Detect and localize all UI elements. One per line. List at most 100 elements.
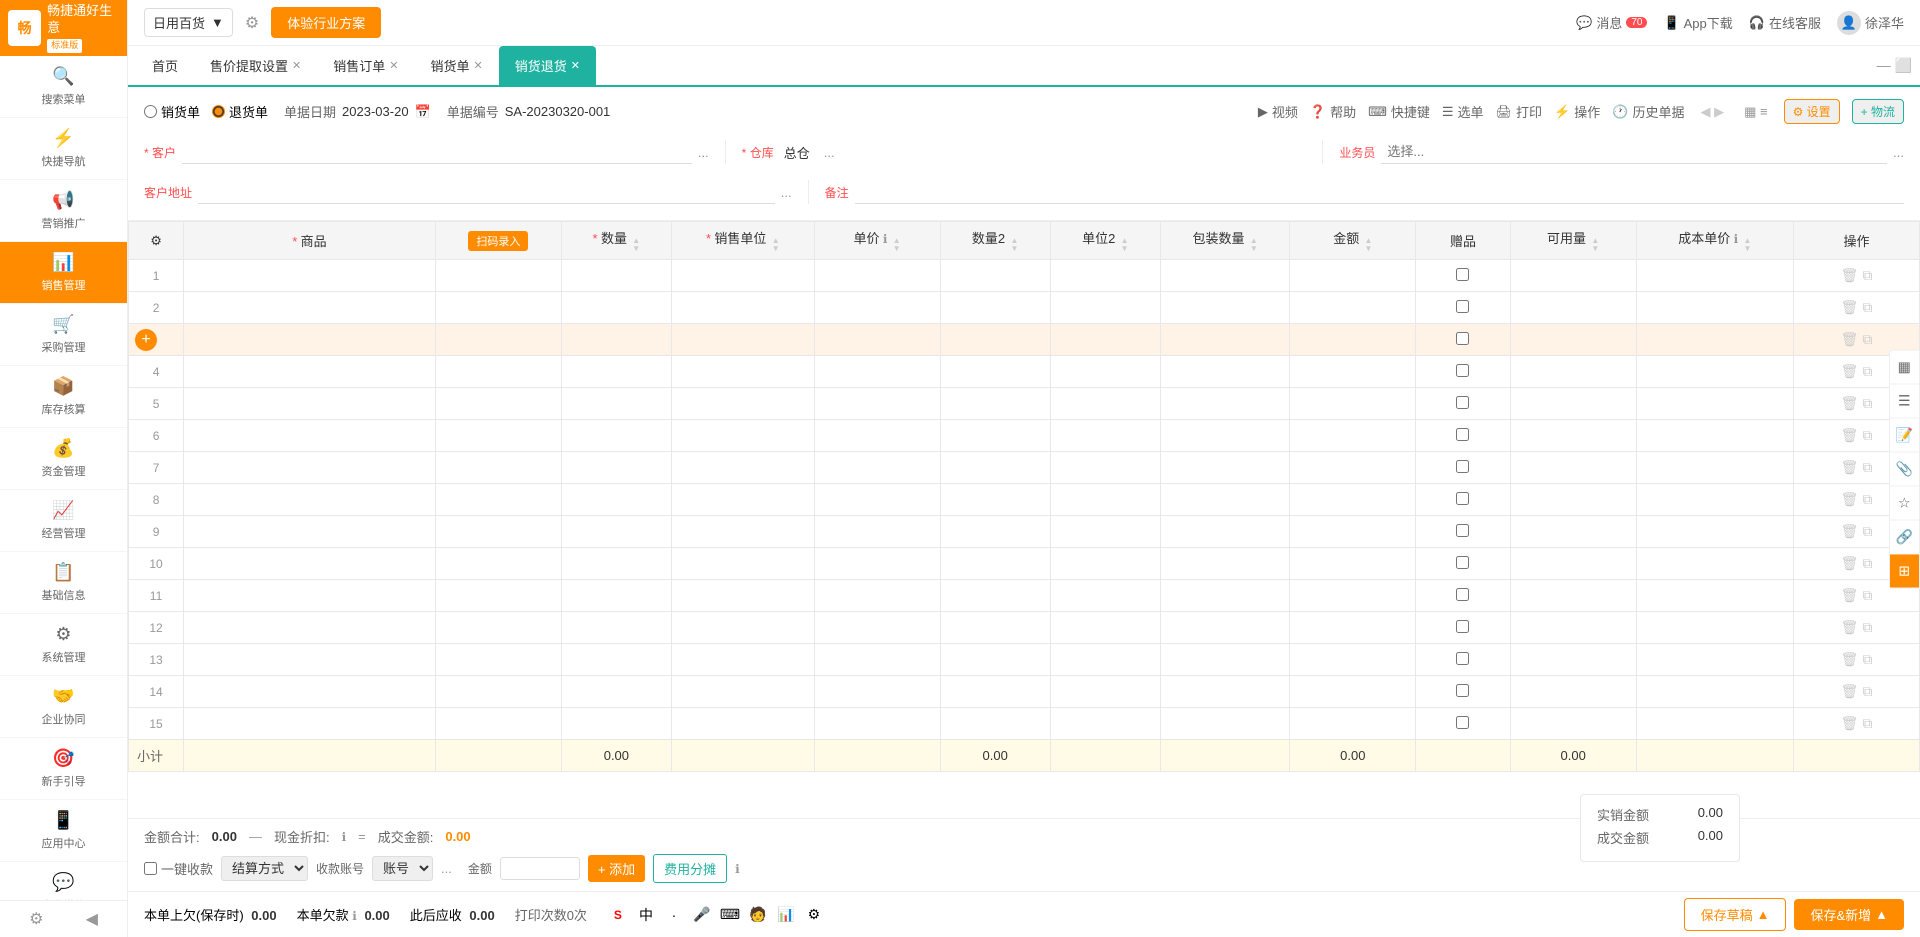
unit-cell-3[interactable] [671,324,814,356]
gift-cell-14[interactable] [1416,676,1510,708]
product-cell-14[interactable] [184,676,436,708]
qty-cell-14[interactable] [561,676,671,708]
sidebar-item-sales[interactable]: 📊 销售管理 [0,242,127,304]
gift-checkbox-3[interactable] [1456,332,1469,345]
input-icon2[interactable]: · [663,904,685,926]
copy-btn-9[interactable]: ⧉ [1862,523,1872,539]
input-icon6[interactable]: 📊 [775,904,797,926]
product-cell-8[interactable] [184,484,436,516]
gift-checkbox-1[interactable] [1456,268,1469,281]
copy-btn-4[interactable]: ⧉ [1862,363,1872,379]
input-icon5[interactable]: 🧑 [747,904,769,926]
gift-cell-5[interactable] [1416,388,1510,420]
save-new-btn[interactable]: 保存&新增 ▲ [1794,899,1904,930]
minimize-tab-btn[interactable]: — [1877,57,1891,74]
table-settings-icon[interactable]: ⚙ [150,233,162,248]
right-action-note[interactable]: 📝 [1890,418,1919,452]
action-btn[interactable]: ⚡ 操作 [1554,102,1600,121]
product-cell-12[interactable] [184,612,436,644]
tab-home[interactable]: 首页 [136,46,194,87]
gift-checkbox-12[interactable] [1456,620,1469,633]
sidebar-item-inventory[interactable]: 📦 库存核算 [0,366,127,428]
gift-checkbox-9[interactable] [1456,524,1469,537]
tab-sales-order[interactable]: 销售订单 ✕ [317,46,414,87]
fee-split-btn[interactable]: 费用分摊 [653,854,727,883]
copy-btn-12[interactable]: ⧉ [1862,619,1872,635]
customer-input[interactable] [182,140,692,164]
sidebar-item-enterprise[interactable]: 🤝 企业协同 [0,676,127,738]
staff-select-btn[interactable]: ... [1893,145,1904,160]
copy-btn-13[interactable]: ⧉ [1862,651,1872,667]
delete-btn-9[interactable]: 🗑 [1841,523,1859,539]
gift-cell-9[interactable] [1416,516,1510,548]
radio-return[interactable]: 退货单 [212,102,268,121]
right-action-form-view[interactable]: ▦ [1890,350,1919,384]
gift-checkbox-11[interactable] [1456,588,1469,601]
gift-cell-15[interactable] [1416,708,1510,740]
unit-cell-7[interactable] [671,452,814,484]
qty-cell-6[interactable] [561,420,671,452]
tab-sales-delivery-close[interactable]: ✕ [474,59,483,72]
unit-cell-10[interactable] [671,548,814,580]
copy-btn-14[interactable]: ⧉ [1862,683,1872,699]
gift-cell-6[interactable] [1416,420,1510,452]
payment-add-btn[interactable]: + 添加 [588,855,645,882]
sidebar-item-quick-nav[interactable]: ⚡ 快捷导航 [0,118,127,180]
unit-cell-15[interactable] [671,708,814,740]
product-cell-9[interactable] [184,516,436,548]
gift-checkbox-6[interactable] [1456,428,1469,441]
product-cell-13[interactable] [184,644,436,676]
settle-select[interactable]: 结算方式 [221,856,308,881]
product-cell-5[interactable] [184,388,436,420]
input-icon7[interactable]: ⚙ [803,904,825,926]
gift-checkbox-13[interactable] [1456,652,1469,665]
tab-sales-delivery[interactable]: 销货单 ✕ [414,46,498,87]
print-btn[interactable]: 🖨 打印 [1496,102,1543,121]
qty-cell-8[interactable] [561,484,671,516]
qty-cell-5[interactable] [561,388,671,420]
unit-cell-8[interactable] [671,484,814,516]
delete-btn-8[interactable]: 🗑 [1841,491,1859,507]
gift-cell-11[interactable] [1416,580,1510,612]
address-input[interactable] [198,180,775,204]
delete-btn-7[interactable]: 🗑 [1841,459,1859,475]
one-key-payment-checkbox[interactable]: 一键收款 [144,859,213,878]
qty-cell-9[interactable] [561,516,671,548]
scan-input-btn[interactable]: 扫码录入 [468,231,528,251]
input-icon4[interactable]: ⌨ [719,904,741,926]
gift-checkbox-4[interactable] [1456,364,1469,377]
gift-checkbox-15[interactable] [1456,716,1469,729]
delete-btn-6[interactable]: 🗑 [1841,427,1859,443]
th-settings[interactable]: ⚙ [129,222,184,260]
copy-btn-6[interactable]: ⧉ [1862,427,1872,443]
tab-price-settings-close[interactable]: ✕ [292,59,301,72]
cost-price-info-icon[interactable]: ℹ [1734,232,1739,246]
unit-cell-2[interactable] [671,292,814,324]
trial-btn[interactable]: 体验行业方案 [271,7,381,38]
delete-btn-4[interactable]: 🗑 [1841,363,1859,379]
help-btn[interactable]: ❓ 帮助 [1310,102,1356,121]
product-cell-15[interactable] [184,708,436,740]
sidebar-item-purchase[interactable]: 🛒 采购管理 [0,304,127,366]
staff-input[interactable] [1381,140,1887,164]
qty-cell-12[interactable] [561,612,671,644]
unit-cell-6[interactable] [671,420,814,452]
copy-btn-1[interactable]: ⧉ [1862,267,1872,283]
radio-return-input[interactable] [212,105,225,118]
customer-select-btn[interactable]: ... [698,145,709,160]
right-action-list-view[interactable]: ☰ [1890,384,1919,418]
video-btn[interactable]: ▶ 视频 [1258,102,1298,121]
discount-info-icon[interactable]: ℹ [342,830,347,844]
account-select-btn[interactable]: ... [441,861,452,876]
gift-cell-3[interactable] [1416,324,1510,356]
gift-cell-4[interactable] [1416,356,1510,388]
calendar-icon[interactable]: 📅 [415,104,431,120]
gift-cell-2[interactable] [1416,292,1510,324]
gift-cell-12[interactable] [1416,612,1510,644]
logistics-btn[interactable]: + 物流 [1852,99,1904,124]
gift-cell-10[interactable] [1416,548,1510,580]
message-btn[interactable]: 💬 消息 70 [1576,13,1647,32]
gift-cell-13[interactable] [1416,644,1510,676]
input-icon1[interactable]: 中 [635,904,657,926]
qty-cell-3[interactable] [561,324,671,356]
